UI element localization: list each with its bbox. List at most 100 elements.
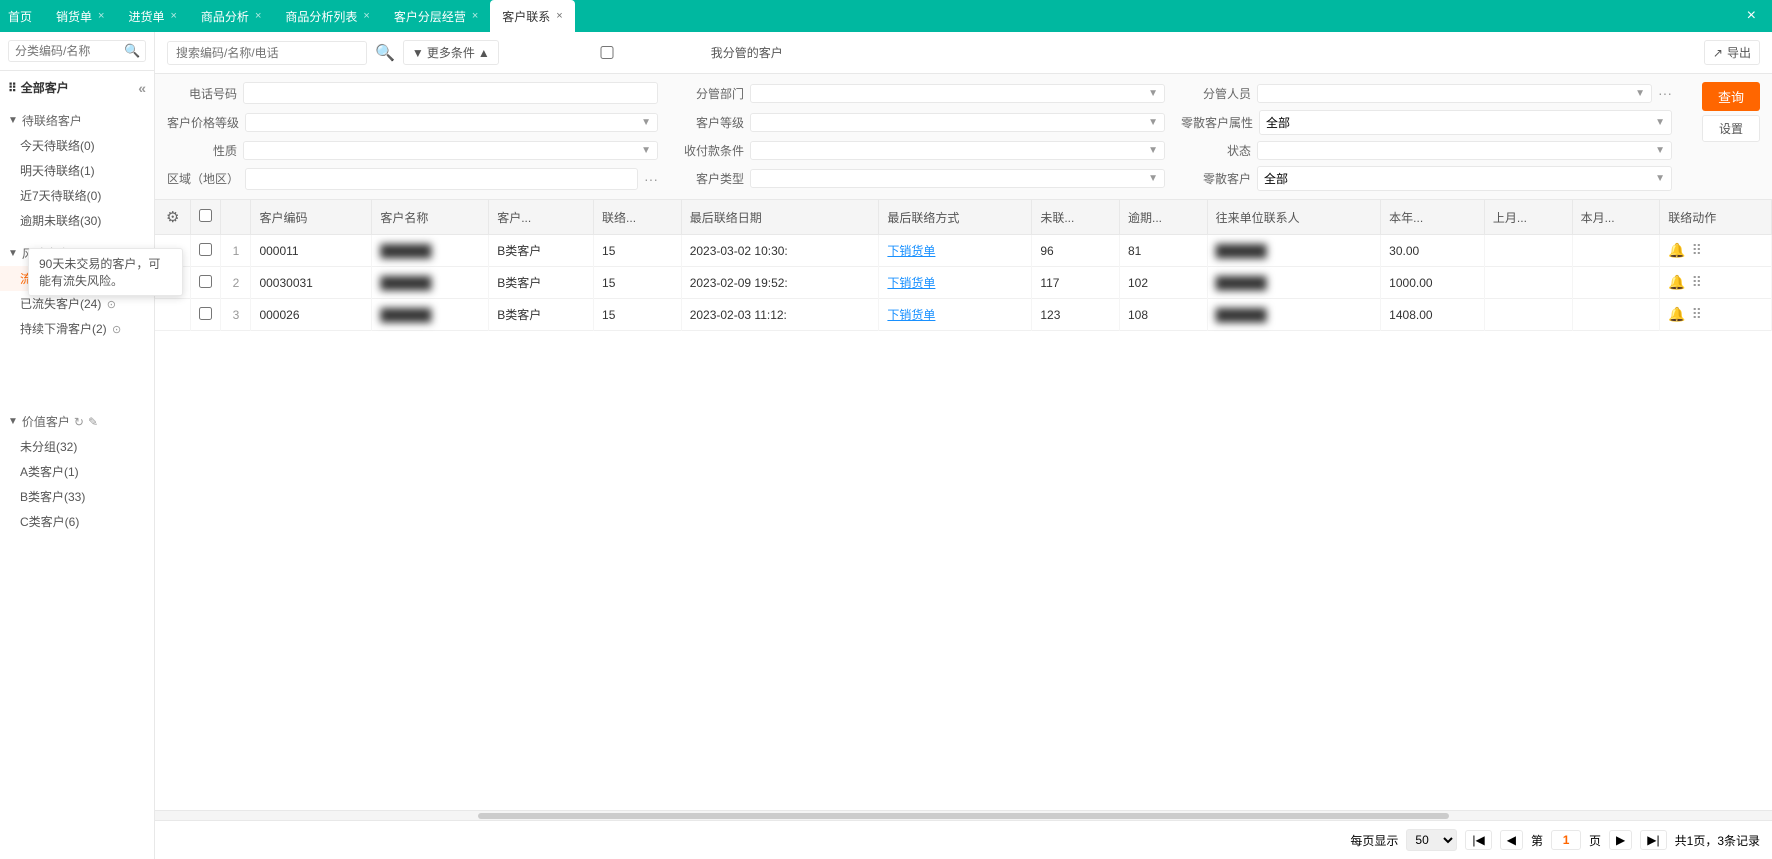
sidebar-section-title-value[interactable]: ▼ 价值客户 ↻ ✎ xyxy=(0,409,154,434)
close-tab-sales[interactable]: × xyxy=(98,10,104,22)
table-row: 3 000026 ██████ B类客户 15 2023-02-03 11:12… xyxy=(155,299,1772,331)
manager-more-icon[interactable]: ··· xyxy=(1658,85,1672,101)
row-contact-0: 15 xyxy=(594,235,682,267)
refresh-icon[interactable]: ↻ xyxy=(74,415,84,429)
row-last-method-2[interactable]: 下销货单 xyxy=(879,299,1032,331)
filter-payment-label: 收付款条件 xyxy=(674,142,744,159)
search-button[interactable]: 🔍 xyxy=(375,43,395,63)
next-page-button[interactable]: ▶ xyxy=(1609,830,1632,850)
not-contacted-col-header: 未联... xyxy=(1032,200,1120,235)
nature-caret-icon: ▼ xyxy=(641,145,651,156)
region-more-icon[interactable]: ··· xyxy=(644,171,658,187)
row-this-year-1: 1000.00 xyxy=(1381,267,1485,299)
code-col-header: 客户编码 xyxy=(251,200,372,235)
top-nav: 首页 销货单 × 进货单 × 商品分析 × 商品分析列表 × 客户分层经营 × … xyxy=(0,0,1772,32)
search-input[interactable] xyxy=(167,41,367,65)
row-code-1: 00030031 xyxy=(251,267,372,299)
payment-caret-icon: ▼ xyxy=(1148,145,1158,156)
sidebar-item-7days[interactable]: 近7天待联络(0) xyxy=(0,183,154,208)
filter-nature-select[interactable]: ▼ xyxy=(243,141,658,160)
table-row: 1 000011 ██████ B类客户 15 2023-03-02 10:30… xyxy=(155,235,1772,267)
filter-payment: 收付款条件 ▼ xyxy=(674,141,1165,160)
customer-type-caret-icon: ▼ xyxy=(1148,173,1158,184)
tab-customer-layer[interactable]: 客户分层经营 × xyxy=(382,0,490,32)
filter-region-input[interactable] xyxy=(245,168,638,190)
last-page-button[interactable]: ▶| xyxy=(1640,830,1666,850)
export-button[interactable]: ↗ 导出 xyxy=(1704,40,1760,65)
horizontal-scrollbar[interactable] xyxy=(155,810,1772,820)
more-icon-0[interactable]: ⠿ xyxy=(1692,242,1702,259)
row-last-date-2: 2023-02-03 11:12: xyxy=(681,299,879,331)
select-all-checkbox[interactable] xyxy=(199,209,212,222)
arrow-icon-pending: ▼ xyxy=(8,115,18,126)
total-pages-label: 页 xyxy=(1589,832,1601,849)
row-checkbox-1[interactable] xyxy=(199,275,212,288)
tab-product-analysis[interactable]: 商品分析 × xyxy=(189,0,273,32)
customers-table: ⚙ 客户编码 客户名称 客户... xyxy=(155,200,1772,331)
table-settings-icon[interactable]: ⚙ xyxy=(163,206,182,229)
per-page-select[interactable]: 50100 xyxy=(1406,829,1457,851)
filter-dept-select[interactable]: ▼ xyxy=(750,84,1165,103)
row-code-0: 000011 xyxy=(251,235,372,267)
more-conditions-button[interactable]: ▼ 更多条件 ▲ xyxy=(403,40,499,65)
row-last-method-0[interactable]: 下销货单 xyxy=(879,235,1032,267)
tab-purchase-order[interactable]: 进货单 × xyxy=(116,0,188,32)
close-tab-layer[interactable]: × xyxy=(472,10,478,22)
sidebar-item-b-class[interactable]: B类客户(33) xyxy=(0,484,154,509)
sidebar-section-title-pending[interactable]: ▼ 待联络客户 xyxy=(0,108,154,133)
sidebar-section-value: ▼ 价值客户 ↻ ✎ 未分组(32) A类客户(1) B类客户(33) C类客户… xyxy=(0,405,154,538)
sidebar-collapse-btn[interactable]: « xyxy=(138,80,146,96)
close-tab-purchase[interactable]: × xyxy=(170,10,176,22)
row-type-1: B类客户 xyxy=(489,267,594,299)
contact-icon-2[interactable]: 🔔 xyxy=(1668,306,1685,323)
more-icon-1[interactable]: ⠿ xyxy=(1692,274,1702,291)
sidebar-item-tomorrow[interactable]: 明天待联络(1) xyxy=(0,158,154,183)
row-last-date-0: 2023-03-02 10:30: xyxy=(681,235,879,267)
filter-status-select[interactable]: ▼ xyxy=(1257,141,1672,160)
filter-scatter-attr-select[interactable]: 全部 ▼ xyxy=(1259,110,1672,135)
churn-warning-tooltip: 90天未交易的客户，可能有流失风险。 xyxy=(28,248,155,296)
filter-price-tier-select[interactable]: ▼ xyxy=(245,113,658,132)
filter-customer-tier-select[interactable]: ▼ xyxy=(750,113,1165,132)
close-tab-analysis-list[interactable]: × xyxy=(363,10,369,22)
row-checkbox-cell xyxy=(191,299,221,331)
row-index-2: 3 xyxy=(221,299,251,331)
contact-icon-0[interactable]: 🔔 xyxy=(1668,242,1685,259)
tab-sales-order[interactable]: 销货单 × xyxy=(44,0,116,32)
tab-customer-contact[interactable]: 客户联系 × xyxy=(490,0,574,32)
table-row: 2 00030031 ██████ B类客户 15 2023-02-09 19:… xyxy=(155,267,1772,299)
close-window-button[interactable]: × xyxy=(1739,7,1764,25)
prev-page-button[interactable]: ◀ xyxy=(1500,830,1523,850)
sidebar-item-overdue[interactable]: 逾期未联络(30) xyxy=(0,208,154,233)
sidebar-item-declining[interactable]: 持续下滑客户(2) ⊙ xyxy=(0,316,154,341)
settings-button[interactable]: 设置 xyxy=(1702,115,1760,142)
more-icon-2[interactable]: ⠿ xyxy=(1692,306,1702,323)
sidebar-item-today[interactable]: 今天待联络(0) xyxy=(0,133,154,158)
row-settings xyxy=(155,299,191,331)
scatter-attr-caret-icon: ▼ xyxy=(1655,117,1665,128)
row-last-method-1[interactable]: 下销货单 xyxy=(879,267,1032,299)
edit-icon[interactable]: ✎ xyxy=(88,415,98,429)
filter-payment-select[interactable]: ▼ xyxy=(750,141,1165,160)
sidebar-item-ungrouped[interactable]: 未分组(32) xyxy=(0,434,154,459)
tab-product-analysis-list[interactable]: 商品分析列表 × xyxy=(273,0,381,32)
row-contact-2: 15 xyxy=(594,299,682,331)
close-tab-analysis[interactable]: × xyxy=(255,10,261,22)
sidebar-all-customers[interactable]: ⠿全部客户 « xyxy=(0,71,154,104)
filter-phone-input[interactable] xyxy=(243,82,658,104)
filter-dept-label: 分管部门 xyxy=(674,85,744,102)
sidebar-item-a-class[interactable]: A类客户(1) xyxy=(0,459,154,484)
tab-home[interactable]: 首页 xyxy=(8,0,44,32)
row-checkbox-0[interactable] xyxy=(199,243,212,256)
contact-icon-1[interactable]: 🔔 xyxy=(1668,274,1685,291)
row-checkbox-2[interactable] xyxy=(199,307,212,320)
filter-manager-select[interactable]: ▼ xyxy=(1257,84,1652,103)
query-button[interactable]: 查询 xyxy=(1702,82,1760,111)
my-customers-checkbox[interactable] xyxy=(507,46,707,59)
sidebar-item-c-class[interactable]: C类客户(6) xyxy=(0,509,154,534)
filter-nature-label: 性质 xyxy=(167,142,237,159)
close-tab-contact[interactable]: × xyxy=(556,10,562,22)
filter-scatter-select[interactable]: 全部 ▼ xyxy=(1257,166,1672,191)
filter-customer-type-select[interactable]: ▼ xyxy=(750,169,1165,188)
first-page-button[interactable]: |◀ xyxy=(1465,830,1491,850)
